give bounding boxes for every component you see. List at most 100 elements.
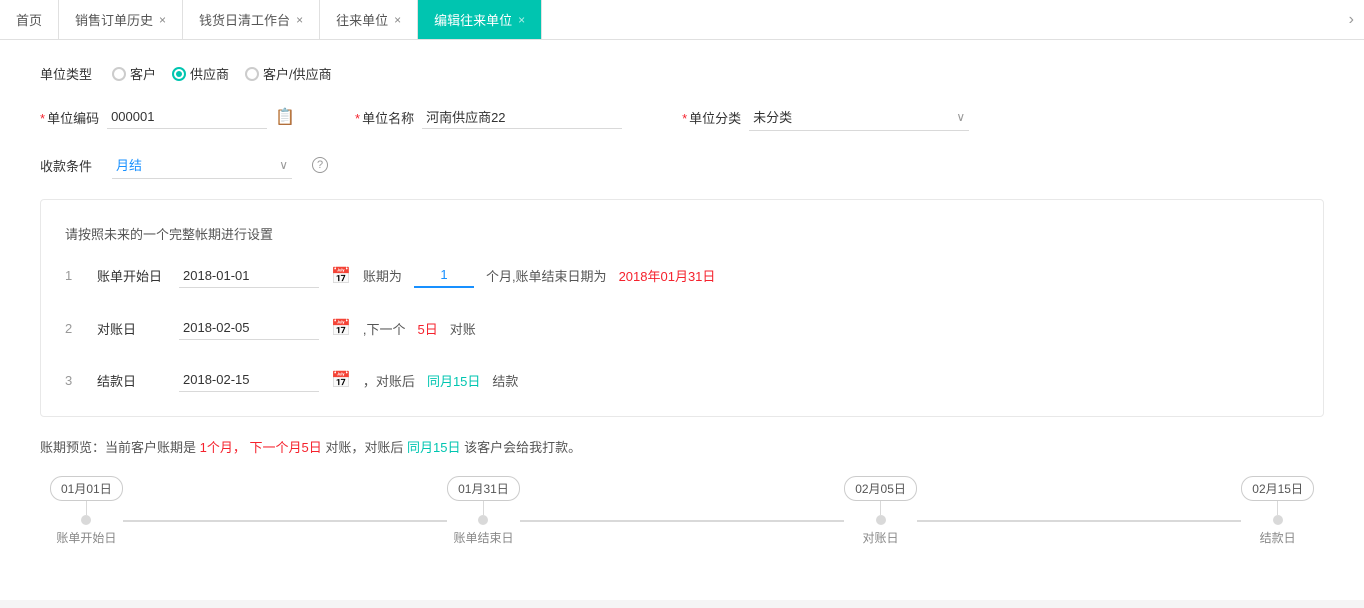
timeline-label-2: 账单结束日 xyxy=(453,529,513,546)
period-row-2-calendar-icon[interactable]: 📅 xyxy=(331,318,351,338)
timeline-dot-1 xyxy=(81,515,91,525)
preview-part1: 1个月， xyxy=(200,440,246,455)
timeline-connector-4 xyxy=(1277,501,1278,515)
period-months-input[interactable] xyxy=(414,263,474,288)
payment-value: 月结 xyxy=(116,155,275,174)
preview-end: 该客户会给我打款。 xyxy=(464,440,581,455)
tab-edit-unit[interactable]: 编辑往来单位 × xyxy=(418,0,542,39)
tab-home[interactable]: 首页 xyxy=(0,0,59,39)
timeline-label-1: 账单开始日 xyxy=(56,529,116,546)
timeline-container: 01月01日 账单开始日 01月31日 账单结束日 02月05日 对账日 xyxy=(40,476,1324,546)
tab-daily-work-close[interactable]: × xyxy=(296,13,303,27)
unit-type-label: 单位类型 xyxy=(40,64,92,83)
radio-customer-label: 客户 xyxy=(130,64,156,83)
timeline-date-2: 01月31日 xyxy=(447,476,520,501)
period-row-2-date-input[interactable] xyxy=(179,316,319,340)
period-row-2-highlight: 5日 xyxy=(418,319,438,338)
unit-info-row: *单位编码 📋 *单位名称 *单位分类 未分类 ∨ xyxy=(40,103,1324,131)
payment-row: 收款条件 月结 ∨ ? xyxy=(40,151,1324,179)
tab-edit-unit-label: 编辑往来单位 xyxy=(434,10,512,29)
period-row-2-desc-prefix: ,下一个 xyxy=(363,319,406,338)
unit-code-field: *单位编码 📋 xyxy=(40,105,295,129)
tab-units-close[interactable]: × xyxy=(394,13,401,27)
main-content: 单位类型 客户 供应商 客户/供应商 *单位编码 📋 xyxy=(0,40,1364,600)
timeline-date-4: 02月15日 xyxy=(1241,476,1314,501)
period-row-3-calendar-icon[interactable]: 📅 xyxy=(331,370,351,390)
unit-name-field: *单位名称 xyxy=(355,105,622,129)
timeline-dot-3 xyxy=(876,515,886,525)
period-box: 请按照未来的一个完整帐期进行设置 1 账单开始日 📅 账期为 个月,账单结束日期… xyxy=(40,199,1324,417)
unit-name-label: *单位名称 xyxy=(355,108,414,127)
period-row-1-label: 账单开始日 xyxy=(97,266,167,285)
radio-customer-supplier[interactable]: 客户/供应商 xyxy=(245,64,332,83)
unit-code-copy-icon[interactable]: 📋 xyxy=(275,107,295,127)
radio-customer-supplier-label: 客户/供应商 xyxy=(263,64,332,83)
timeline-line-1 xyxy=(123,520,447,522)
radio-group-unit-type: 客户 供应商 客户/供应商 xyxy=(112,64,332,83)
timeline-connector-3 xyxy=(880,501,881,515)
tab-bar: 首页 销售订单历史 × 钱货日清工作台 × 往来单位 × 编辑往来单位 × › xyxy=(0,0,1364,40)
timeline-node-4: 02月15日 结款日 xyxy=(1241,476,1314,546)
period-row-3-label: 结款日 xyxy=(97,371,167,390)
preview-part3: 同月15日 xyxy=(407,440,460,455)
preview-part2: 下一个月5日 xyxy=(250,440,322,455)
tab-units-label: 往来单位 xyxy=(336,10,388,29)
preview-label: 账期预览：当前客户账期是 xyxy=(40,440,196,455)
tab-units[interactable]: 往来单位 × xyxy=(320,0,418,39)
period-row-1-calendar-icon[interactable]: 📅 xyxy=(331,266,351,286)
period-row-1: 1 账单开始日 📅 账期为 个月,账单结束日期为 2018年01月31日 xyxy=(65,263,1299,288)
unit-code-label: *单位编码 xyxy=(40,108,99,127)
unit-name-input[interactable] xyxy=(422,105,622,129)
payment-dropdown-arrow-icon: ∨ xyxy=(279,158,288,172)
period-row-1-date-input[interactable] xyxy=(179,264,319,288)
unit-category-label: *单位分类 xyxy=(682,108,741,127)
tab-sales-history-label: 销售订单历史 xyxy=(75,10,153,29)
tab-daily-work[interactable]: 钱货日清工作台 × xyxy=(183,0,320,39)
tab-edit-unit-close[interactable]: × xyxy=(518,13,525,27)
period-row-2-desc-suffix: 对账 xyxy=(450,319,476,338)
timeline-label-3: 对账日 xyxy=(863,529,899,546)
unit-category-field: *单位分类 未分类 ∨ xyxy=(682,103,969,131)
radio-customer-supplier-circle xyxy=(245,67,259,81)
timeline-label-4: 结款日 xyxy=(1260,529,1296,546)
period-box-title: 请按照未来的一个完整帐期进行设置 xyxy=(65,224,1299,243)
timeline-date-3: 02月05日 xyxy=(844,476,917,501)
timeline-line-2 xyxy=(520,520,844,522)
tab-home-label: 首页 xyxy=(16,10,42,29)
radio-supplier-label: 供应商 xyxy=(190,64,229,83)
period-row-1-desc-suffix: 个月,账单结束日期为 xyxy=(486,266,607,285)
period-row-3-highlight: 同月15日 xyxy=(427,371,480,390)
timeline-line-3 xyxy=(917,520,1241,522)
tab-daily-work-label: 钱货日清工作台 xyxy=(199,10,290,29)
payment-dropdown[interactable]: 月结 ∨ xyxy=(112,151,292,179)
unit-category-dropdown[interactable]: 未分类 ∨ xyxy=(749,103,969,131)
payment-help-icon[interactable]: ? xyxy=(312,157,328,173)
timeline-node-3: 02月05日 对账日 xyxy=(844,476,917,546)
unit-category-star: * xyxy=(682,111,687,126)
radio-supplier-circle xyxy=(172,67,186,81)
period-row-2-num: 2 xyxy=(65,321,85,336)
tab-sales-history-close[interactable]: × xyxy=(159,13,166,27)
period-row-3-date-input[interactable] xyxy=(179,368,319,392)
timeline-node-2: 01月31日 账单结束日 xyxy=(447,476,520,546)
timeline-dot-2 xyxy=(478,515,488,525)
unit-code-input[interactable] xyxy=(107,105,267,129)
period-row-2-label: 对账日 xyxy=(97,319,167,338)
tab-sales-history[interactable]: 销售订单历史 × xyxy=(59,0,183,39)
unit-category-value: 未分类 xyxy=(753,107,956,126)
preview-text: 账期预览：当前客户账期是 1个月， 下一个月5日 对账，对账后 同月15日 该客… xyxy=(40,437,1324,456)
period-row-3-desc-prefix: ，对账后 xyxy=(363,371,415,390)
unit-type-row: 单位类型 客户 供应商 客户/供应商 xyxy=(40,64,1324,83)
payment-label: 收款条件 xyxy=(40,156,92,175)
unit-name-star: * xyxy=(355,111,360,126)
radio-supplier[interactable]: 供应商 xyxy=(172,64,229,83)
period-row-3: 3 结款日 📅 ，对账后 同月15日 结款 xyxy=(65,368,1299,392)
radio-customer-circle xyxy=(112,67,126,81)
period-row-1-end-date: 2018年01月31日 xyxy=(619,266,716,285)
timeline-dot-4 xyxy=(1273,515,1283,525)
tab-bar-more[interactable]: › xyxy=(1339,11,1364,29)
period-row-3-num: 3 xyxy=(65,373,85,388)
period-row-2: 2 对账日 📅 ,下一个 5日 对账 xyxy=(65,316,1299,340)
period-row-1-num: 1 xyxy=(65,268,85,283)
radio-customer[interactable]: 客户 xyxy=(112,64,156,83)
